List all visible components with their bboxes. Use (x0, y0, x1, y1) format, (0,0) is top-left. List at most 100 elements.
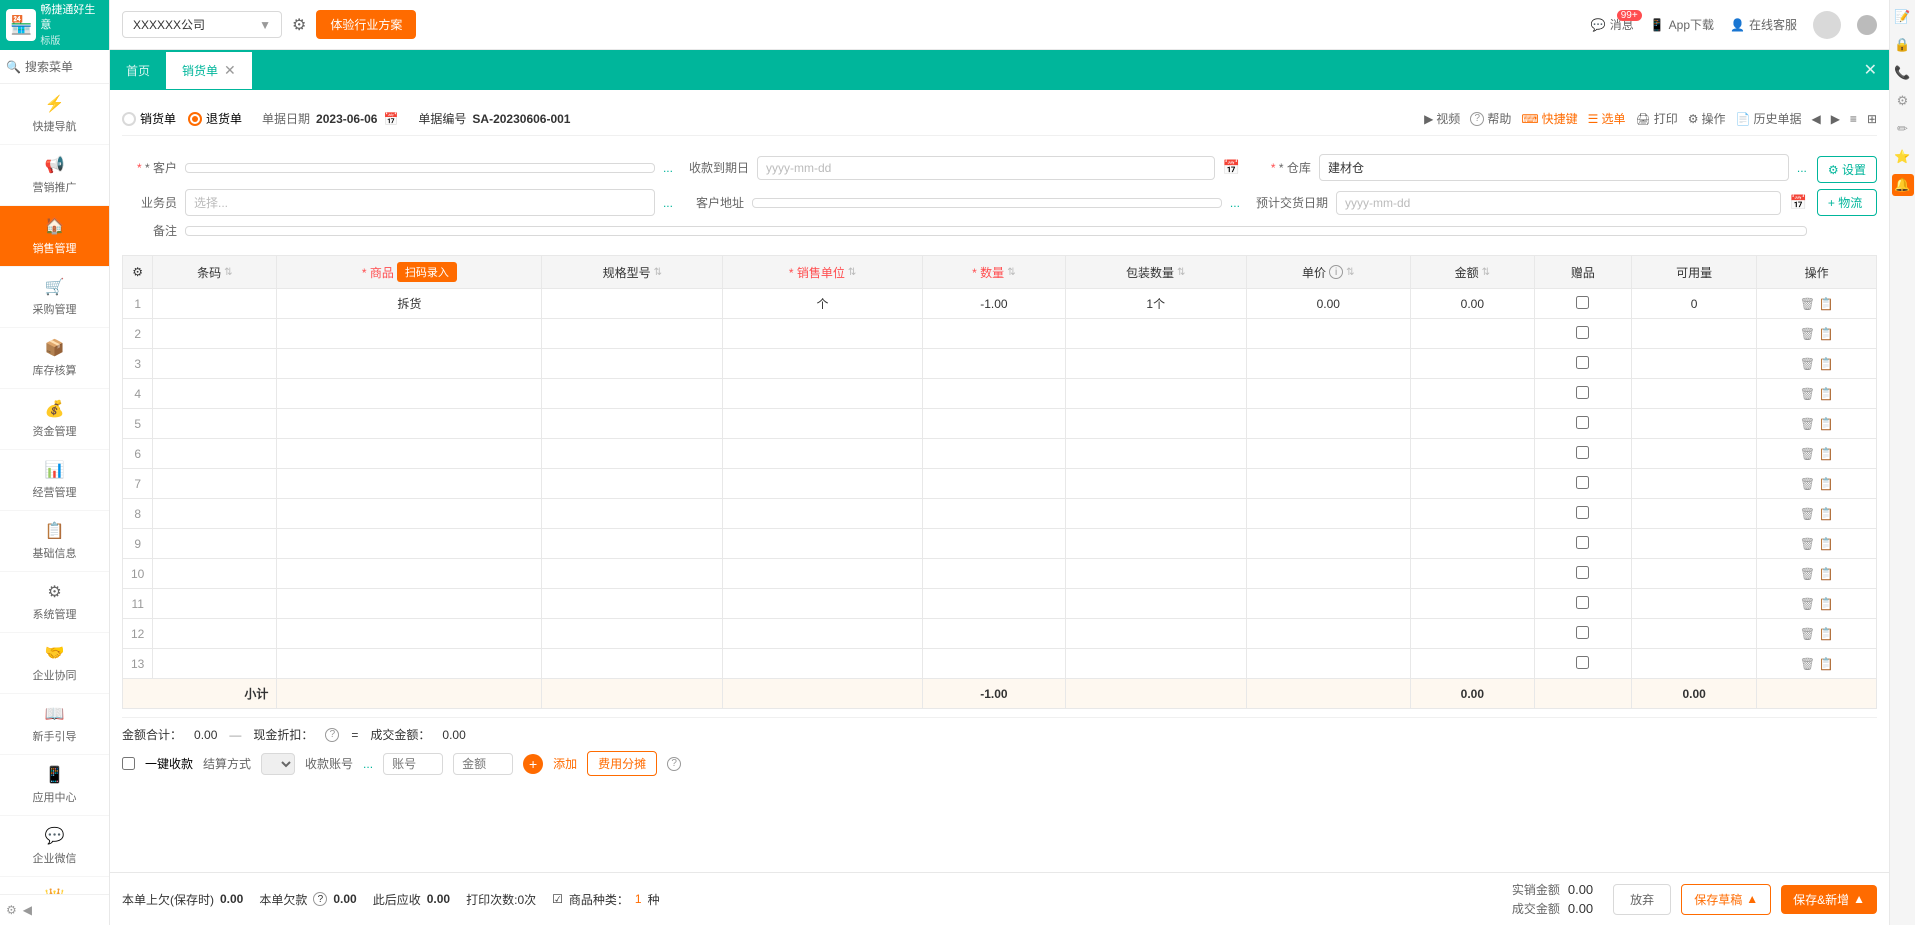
row-qty[interactable]: -1.00 (922, 289, 1065, 319)
customer-addr-btn[interactable]: ... (1230, 196, 1240, 210)
spec-sort-icon[interactable]: ⇅ (654, 267, 662, 278)
row-unit[interactable] (723, 649, 923, 679)
row-qty[interactable] (922, 409, 1065, 439)
row-amount[interactable] (1410, 409, 1534, 439)
close-all-tabs[interactable]: ✕ (1852, 50, 1889, 90)
row-spec[interactable] (542, 379, 723, 409)
sidebar-item-business[interactable]: 📊 经营管理 (0, 450, 109, 511)
row-product[interactable] (277, 469, 542, 499)
sidebar-item-finance[interactable]: 💰 资金管理 (0, 389, 109, 450)
row-product[interactable] (277, 499, 542, 529)
row-unit[interactable] (723, 349, 923, 379)
row-spec[interactable] (542, 439, 723, 469)
row-pack-qty[interactable] (1065, 439, 1246, 469)
row-qty[interactable] (922, 349, 1065, 379)
row-spec[interactable] (542, 349, 723, 379)
sales-person-select-btn[interactable]: ... (663, 196, 673, 210)
row-pack-qty[interactable] (1065, 529, 1246, 559)
row-pack-qty[interactable] (1065, 619, 1246, 649)
delete-row-icon[interactable]: 🗑 (1800, 537, 1815, 551)
sidebar-item-purchase[interactable]: 🛒 采购管理 (0, 267, 109, 328)
customer-select-btn[interactable]: ... (663, 161, 673, 175)
row-gift[interactable] (1534, 289, 1631, 319)
sidebar-item-enterprise[interactable]: 🤝 企业协同 (0, 633, 109, 694)
select-btn[interactable]: ☰ 选单 (1588, 110, 1626, 127)
row-price[interactable] (1246, 529, 1410, 559)
row-pack-qty[interactable] (1065, 379, 1246, 409)
tab-home[interactable]: 首页 (110, 52, 166, 89)
right-icon-alert[interactable]: 🔔 (1892, 174, 1914, 196)
sidebar-item-quick-nav[interactable]: ⚡ 快捷导航 (0, 84, 109, 145)
due-date-input[interactable]: yyyy-mm-dd (757, 156, 1215, 180)
copy-row-icon[interactable]: 📋 (1818, 657, 1833, 671)
delete-row-icon[interactable]: 🗑 (1800, 507, 1815, 521)
copy-row-icon[interactable]: 📋 (1818, 627, 1833, 641)
one-key-pay-checkbox[interactable] (122, 757, 135, 770)
row-pack-qty[interactable] (1065, 409, 1246, 439)
row-gift[interactable] (1534, 499, 1631, 529)
flow-button[interactable]: + 物流 (1817, 189, 1877, 216)
row-pack-qty[interactable] (1065, 649, 1246, 679)
one-key-pay-label[interactable]: 一键收款 (145, 755, 193, 772)
row-amount[interactable] (1410, 379, 1534, 409)
row-unit[interactable] (723, 529, 923, 559)
set-button[interactable]: ⚙ 设置 (1817, 156, 1877, 183)
delete-row-icon[interactable]: 🗑 (1800, 417, 1815, 431)
right-icon-lock[interactable]: 🔒 (1892, 34, 1914, 56)
copy-row-icon[interactable]: 📋 (1818, 477, 1833, 491)
nav-prev[interactable]: ◀ (1811, 112, 1820, 126)
price-info-icon[interactable]: i (1329, 265, 1343, 279)
copy-row-icon[interactable]: 📋 (1818, 537, 1833, 551)
row-unit[interactable] (723, 589, 923, 619)
row-unit[interactable] (723, 619, 923, 649)
delete-row-icon[interactable]: 🗑 (1800, 627, 1815, 641)
row-barcode[interactable] (153, 469, 277, 499)
row-barcode[interactable] (153, 649, 277, 679)
row-price[interactable] (1246, 319, 1410, 349)
row-barcode[interactable] (153, 559, 277, 589)
row-product[interactable] (277, 559, 542, 589)
right-icon-pencil[interactable]: ✏ (1892, 118, 1914, 140)
qty-sort-icon[interactable]: ⇅ (1007, 267, 1015, 278)
unit-sort-icon[interactable]: ⇅ (848, 267, 856, 278)
row-pack-qty[interactable] (1065, 559, 1246, 589)
sidebar-item-wechat[interactable]: 💬 企业微信 (0, 816, 109, 877)
abandon-button[interactable]: 放弃 (1613, 884, 1671, 915)
row-pack-qty[interactable] (1065, 469, 1246, 499)
sidebar-item-system[interactable]: ⚙ 系统管理 (0, 572, 109, 633)
row-gift[interactable] (1534, 559, 1631, 589)
tab-sales-order[interactable]: 销货单 ✕ (166, 52, 252, 89)
row-product[interactable] (277, 589, 542, 619)
discount-info-icon[interactable]: ? (325, 728, 339, 742)
user-avatar2[interactable] (1857, 15, 1877, 35)
row-price[interactable] (1246, 499, 1410, 529)
row-spec[interactable] (542, 409, 723, 439)
company-select[interactable]: XXXXXX公司 ▼ (122, 11, 282, 38)
row-amount[interactable] (1410, 559, 1534, 589)
sidebar-item-member[interactable]: 👑 畅会员 (0, 877, 109, 894)
row-barcode[interactable] (153, 619, 277, 649)
nav-next[interactable]: ▶ (1831, 112, 1840, 126)
row-price[interactable] (1246, 649, 1410, 679)
row-amount[interactable] (1410, 439, 1534, 469)
delete-row-icon[interactable]: 🗑 (1800, 327, 1815, 341)
delete-row-icon[interactable]: 🗑 (1800, 597, 1815, 611)
sidebar-item-apps[interactable]: 📱 应用中心 (0, 755, 109, 816)
row-pack-qty[interactable] (1065, 349, 1246, 379)
row-amount[interactable] (1410, 349, 1534, 379)
row-qty[interactable] (922, 379, 1065, 409)
amount-input[interactable] (453, 753, 513, 775)
delete-row-icon[interactable]: 🗑 (1800, 657, 1815, 671)
copy-row-icon[interactable]: 📋 (1818, 597, 1833, 611)
row-barcode[interactable] (153, 379, 277, 409)
row-barcode[interactable] (153, 529, 277, 559)
row-product[interactable]: 拆货 (277, 289, 542, 319)
row-gift[interactable] (1534, 349, 1631, 379)
view-grid[interactable]: ⊞ (1867, 112, 1877, 126)
row-gift[interactable] (1534, 649, 1631, 679)
row-spec[interactable] (542, 529, 723, 559)
shortcut-btn[interactable]: ⌨ 快捷键 (1521, 110, 1577, 127)
copy-row-icon[interactable]: 📋 (1818, 357, 1833, 371)
delete-row-icon[interactable]: 🗑 (1800, 387, 1815, 401)
app-download-item[interactable]: 📱 App下载 (1650, 16, 1714, 33)
